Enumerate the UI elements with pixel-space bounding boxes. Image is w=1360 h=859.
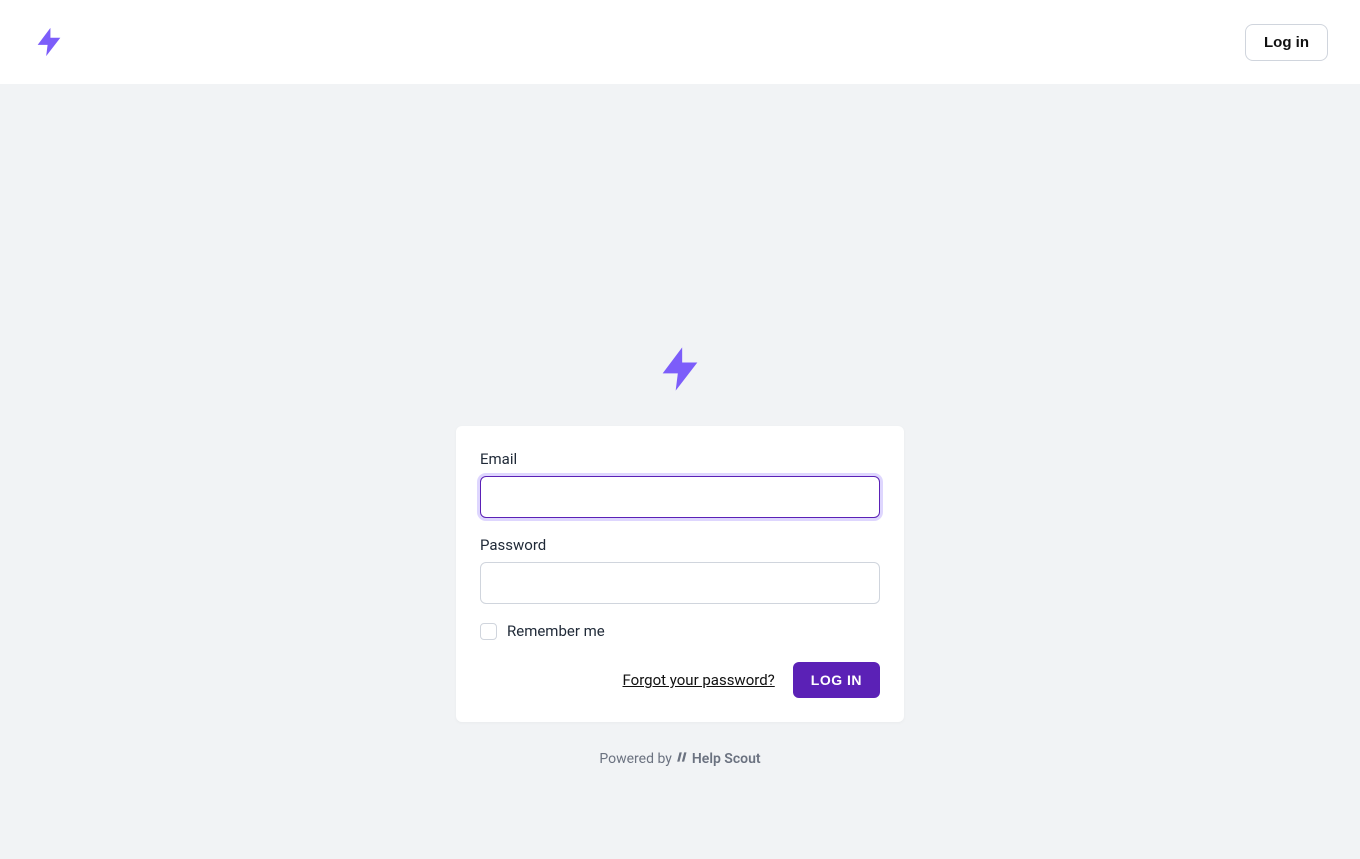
header-login-button[interactable]: Log in [1245,24,1328,61]
header: Log in [0,0,1360,84]
powered-by: Powered by Help Scout [599,750,760,768]
password-input[interactable] [480,562,880,604]
brand-logo-link[interactable] [32,23,66,61]
powered-by-text: Powered by [599,751,672,767]
remember-label: Remember me [507,622,605,640]
help-scout-name: Help Scout [692,751,761,767]
email-label: Email [480,450,880,468]
help-scout-link[interactable]: Help Scout [676,750,761,768]
email-input[interactable] [480,476,880,518]
lightning-icon [32,23,66,61]
password-label: Password [480,536,880,554]
login-card: Email Password Remember me Forgot your p… [456,426,904,722]
brand-logo-large [654,340,706,398]
action-row: Forgot your password? LOG IN [480,662,880,698]
forgot-password-link[interactable]: Forgot your password? [623,671,775,689]
password-group: Password [480,536,880,604]
remember-row: Remember me [480,622,880,640]
help-scout-icon [676,750,690,768]
remember-checkbox[interactable] [480,623,497,640]
submit-button[interactable]: LOG IN [793,662,880,698]
email-group: Email [480,450,880,518]
main-content: Email Password Remember me Forgot your p… [0,84,1360,768]
lightning-icon [654,340,706,398]
